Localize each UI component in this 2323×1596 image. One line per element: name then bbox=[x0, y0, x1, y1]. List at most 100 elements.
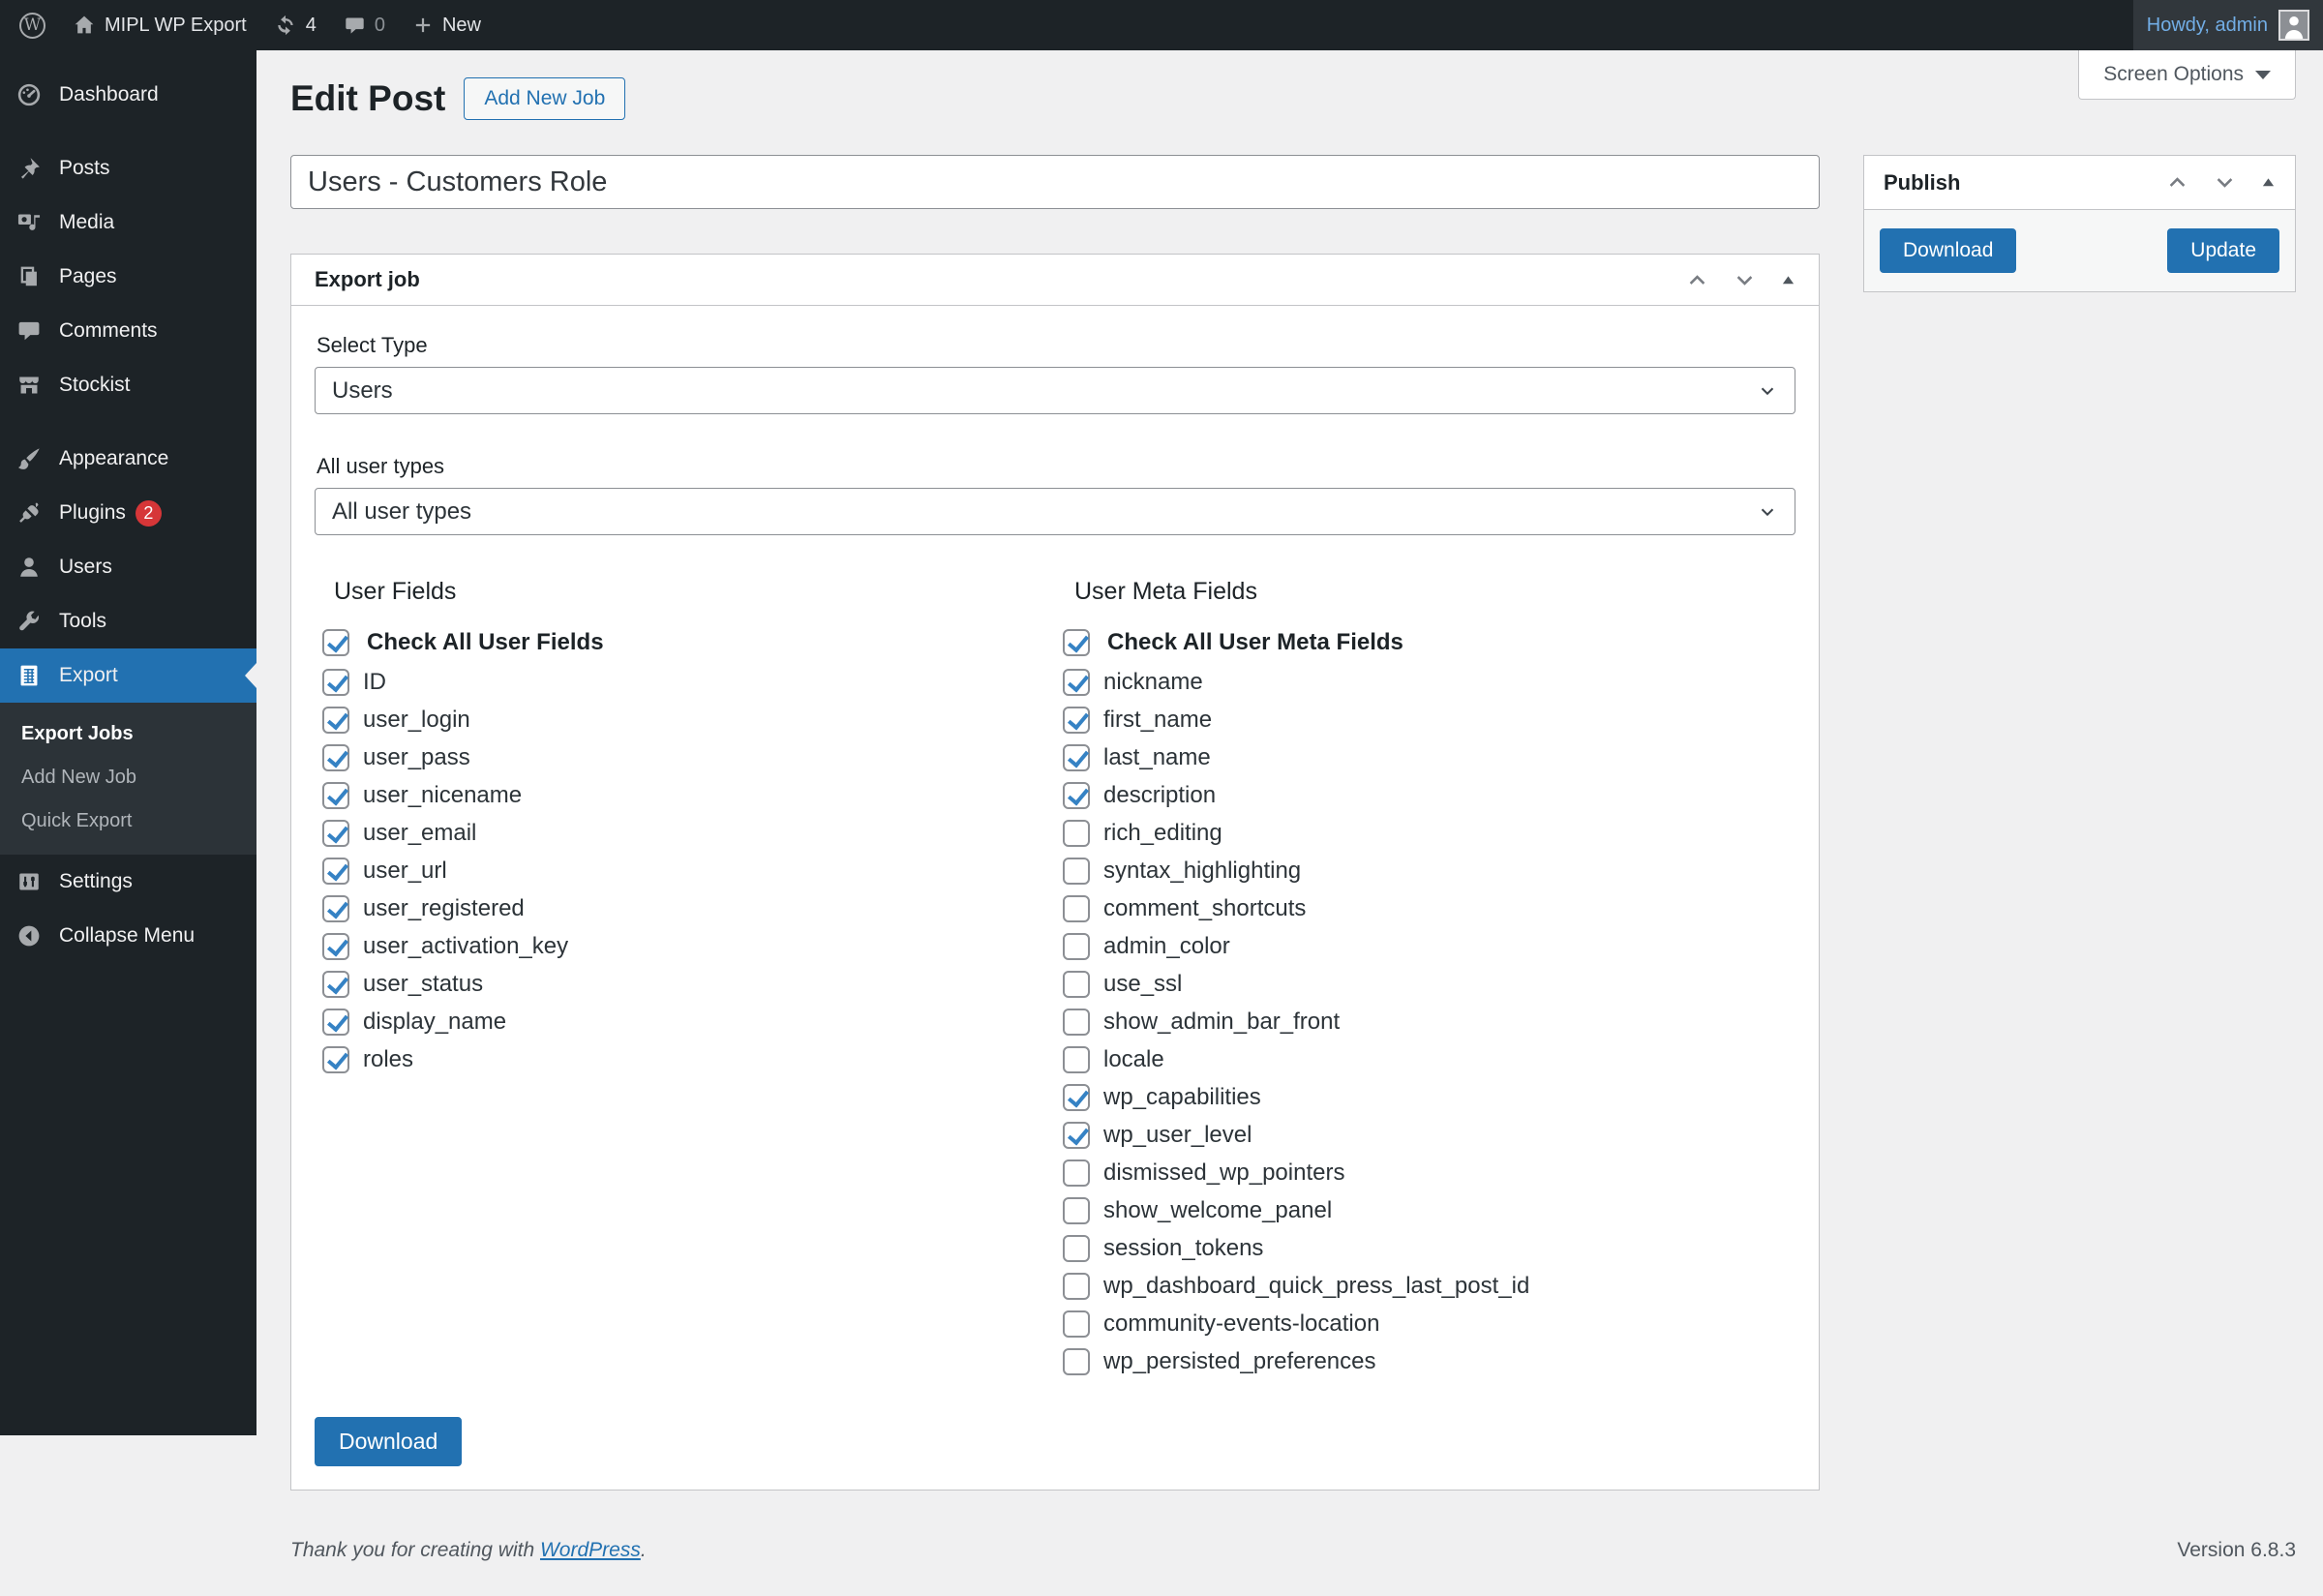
checkbox-row-wp-dashboard-quick-press-last-post-id[interactable]: wp_dashboard_quick_press_last_post_id bbox=[1063, 1273, 1795, 1300]
checkbox-row-user-pass[interactable]: user_pass bbox=[322, 744, 1055, 771]
toggle-panel-icon[interactable] bbox=[2261, 175, 2276, 190]
checked-checkbox[interactable] bbox=[322, 820, 349, 847]
select-type-dropdown[interactable]: Users bbox=[315, 367, 1795, 414]
unchecked-checkbox[interactable] bbox=[1063, 971, 1090, 998]
wordpress-link[interactable]: WordPress bbox=[540, 1539, 641, 1561]
checkbox-row-user-status[interactable]: user_status bbox=[322, 971, 1055, 998]
checkbox-row-syntax-highlighting[interactable]: syntax_highlighting bbox=[1063, 858, 1795, 885]
checked-checkbox[interactable] bbox=[322, 782, 349, 809]
unchecked-checkbox[interactable] bbox=[1063, 1310, 1090, 1338]
unchecked-checkbox[interactable] bbox=[1063, 1273, 1090, 1300]
checkbox-row-first-name[interactable]: first_name bbox=[1063, 707, 1795, 734]
checkbox-row-rich-editing[interactable]: rich_editing bbox=[1063, 820, 1795, 847]
checkbox-row-nickname[interactable]: nickname bbox=[1063, 669, 1795, 696]
screen-options-tab[interactable]: Screen Options bbox=[2078, 50, 2296, 100]
unchecked-checkbox[interactable] bbox=[1063, 1235, 1090, 1262]
checked-checkbox[interactable] bbox=[1063, 1122, 1090, 1149]
unchecked-checkbox[interactable] bbox=[1063, 933, 1090, 960]
checked-checkbox[interactable] bbox=[322, 629, 349, 656]
add-new-job-button[interactable]: Add New Job bbox=[464, 77, 625, 120]
checked-checkbox[interactable] bbox=[1063, 629, 1090, 656]
sidebar-item-media[interactable]: Media bbox=[0, 196, 256, 250]
sidebar-item-export[interactable]: Export bbox=[0, 648, 256, 703]
checkbox-row-user-email[interactable]: user_email bbox=[322, 820, 1055, 847]
checkbox-row-user-login[interactable]: user_login bbox=[322, 707, 1055, 734]
checkbox-row-display-name[interactable]: display_name bbox=[322, 1009, 1055, 1036]
sidebar-item-pages[interactable]: Pages bbox=[0, 250, 256, 304]
submenu-item-add-new-job[interactable]: Add New Job bbox=[0, 756, 256, 799]
checked-checkbox[interactable] bbox=[1063, 744, 1090, 771]
checkbox-row-description[interactable]: description bbox=[1063, 782, 1795, 809]
checkbox-row-id[interactable]: ID bbox=[322, 669, 1055, 696]
checkbox-row-wp-user-level[interactable]: wp_user_level bbox=[1063, 1122, 1795, 1149]
toggle-panel-icon[interactable] bbox=[1781, 273, 1795, 287]
sidebar-item-posts[interactable]: Posts bbox=[0, 141, 256, 196]
unchecked-checkbox[interactable] bbox=[1063, 1159, 1090, 1187]
sidebar-item-comments[interactable]: Comments bbox=[0, 304, 256, 358]
checkbox-row-session-tokens[interactable]: session_tokens bbox=[1063, 1235, 1795, 1262]
move-up-icon[interactable] bbox=[1686, 269, 1708, 291]
my-account-menu[interactable]: Howdy, admin bbox=[2133, 0, 2323, 50]
checkbox-row-use-ssl[interactable]: use_ssl bbox=[1063, 971, 1795, 998]
sidebar-item-stockist[interactable]: Stockist bbox=[0, 358, 256, 412]
unchecked-checkbox[interactable] bbox=[1063, 820, 1090, 847]
move-down-icon[interactable] bbox=[2214, 171, 2236, 194]
sidebar-item-appearance[interactable]: Appearance bbox=[0, 432, 256, 486]
checked-checkbox[interactable] bbox=[322, 1009, 349, 1036]
download-button[interactable]: Download bbox=[315, 1417, 462, 1466]
move-up-icon[interactable] bbox=[2166, 171, 2188, 194]
checked-checkbox[interactable] bbox=[322, 707, 349, 734]
unchecked-checkbox[interactable] bbox=[1063, 1348, 1090, 1375]
checkbox-row-wp-persisted-preferences[interactable]: wp_persisted_preferences bbox=[1063, 1348, 1795, 1375]
move-down-icon[interactable] bbox=[1734, 269, 1756, 291]
checked-checkbox[interactable] bbox=[322, 933, 349, 960]
checkbox-row-admin-color[interactable]: admin_color bbox=[1063, 933, 1795, 960]
checkbox-row-check-all-user-fields[interactable]: Check All User Fields bbox=[322, 629, 1055, 656]
checkbox-row-show-welcome-panel[interactable]: show_welcome_panel bbox=[1063, 1197, 1795, 1224]
checkbox-row-user-registered[interactable]: user_registered bbox=[322, 895, 1055, 922]
user-type-dropdown[interactable]: All user types bbox=[315, 488, 1795, 535]
checked-checkbox[interactable] bbox=[1063, 707, 1090, 734]
update-button[interactable]: Update bbox=[2167, 228, 2279, 273]
checked-checkbox[interactable] bbox=[322, 858, 349, 885]
checkbox-row-roles[interactable]: roles bbox=[322, 1046, 1055, 1073]
checkbox-row-user-nicename[interactable]: user_nicename bbox=[322, 782, 1055, 809]
site-name-link[interactable]: MIPL WP Export bbox=[59, 0, 260, 50]
checked-checkbox[interactable] bbox=[1063, 1084, 1090, 1111]
checked-checkbox[interactable] bbox=[1063, 782, 1090, 809]
submenu-item-export-jobs[interactable]: Export Jobs bbox=[0, 712, 256, 756]
unchecked-checkbox[interactable] bbox=[1063, 895, 1090, 922]
sidebar-item-settings[interactable]: Settings bbox=[0, 855, 256, 909]
unchecked-checkbox[interactable] bbox=[1063, 858, 1090, 885]
checkbox-row-dismissed-wp-pointers[interactable]: dismissed_wp_pointers bbox=[1063, 1159, 1795, 1187]
checked-checkbox[interactable] bbox=[1063, 669, 1090, 696]
checkbox-row-user-activation-key[interactable]: user_activation_key bbox=[322, 933, 1055, 960]
checked-checkbox[interactable] bbox=[322, 669, 349, 696]
checked-checkbox[interactable] bbox=[322, 744, 349, 771]
updates-link[interactable]: 4 bbox=[260, 0, 330, 50]
sidebar-item-plugins[interactable]: Plugins2 bbox=[0, 486, 256, 540]
wordpress-menu-button[interactable]: W bbox=[6, 0, 59, 50]
new-content-button[interactable]: New bbox=[399, 0, 495, 50]
checkbox-row-check-all-user-meta-fields[interactable]: Check All User Meta Fields bbox=[1063, 629, 1795, 656]
checked-checkbox[interactable] bbox=[322, 1046, 349, 1073]
post-title-input[interactable] bbox=[290, 155, 1820, 209]
checked-checkbox[interactable] bbox=[322, 971, 349, 998]
checkbox-row-wp-capabilities[interactable]: wp_capabilities bbox=[1063, 1084, 1795, 1111]
checkbox-row-last-name[interactable]: last_name bbox=[1063, 744, 1795, 771]
publish-download-button[interactable]: Download bbox=[1880, 228, 2016, 273]
checkbox-row-comment-shortcuts[interactable]: comment_shortcuts bbox=[1063, 895, 1795, 922]
unchecked-checkbox[interactable] bbox=[1063, 1197, 1090, 1224]
unchecked-checkbox[interactable] bbox=[1063, 1009, 1090, 1036]
sidebar-item-collapse-menu[interactable]: Collapse Menu bbox=[0, 909, 256, 963]
sidebar-item-dashboard[interactable]: Dashboard bbox=[0, 68, 256, 122]
sidebar-item-tools[interactable]: Tools bbox=[0, 594, 256, 648]
checked-checkbox[interactable] bbox=[322, 895, 349, 922]
sidebar-item-users[interactable]: Users bbox=[0, 540, 256, 594]
comments-link[interactable]: 0 bbox=[330, 0, 399, 50]
unchecked-checkbox[interactable] bbox=[1063, 1046, 1090, 1073]
checkbox-row-show-admin-bar-front[interactable]: show_admin_bar_front bbox=[1063, 1009, 1795, 1036]
checkbox-row-community-events-location[interactable]: community-events-location bbox=[1063, 1310, 1795, 1338]
submenu-item-quick-export[interactable]: Quick Export bbox=[0, 799, 256, 843]
checkbox-row-user-url[interactable]: user_url bbox=[322, 858, 1055, 885]
